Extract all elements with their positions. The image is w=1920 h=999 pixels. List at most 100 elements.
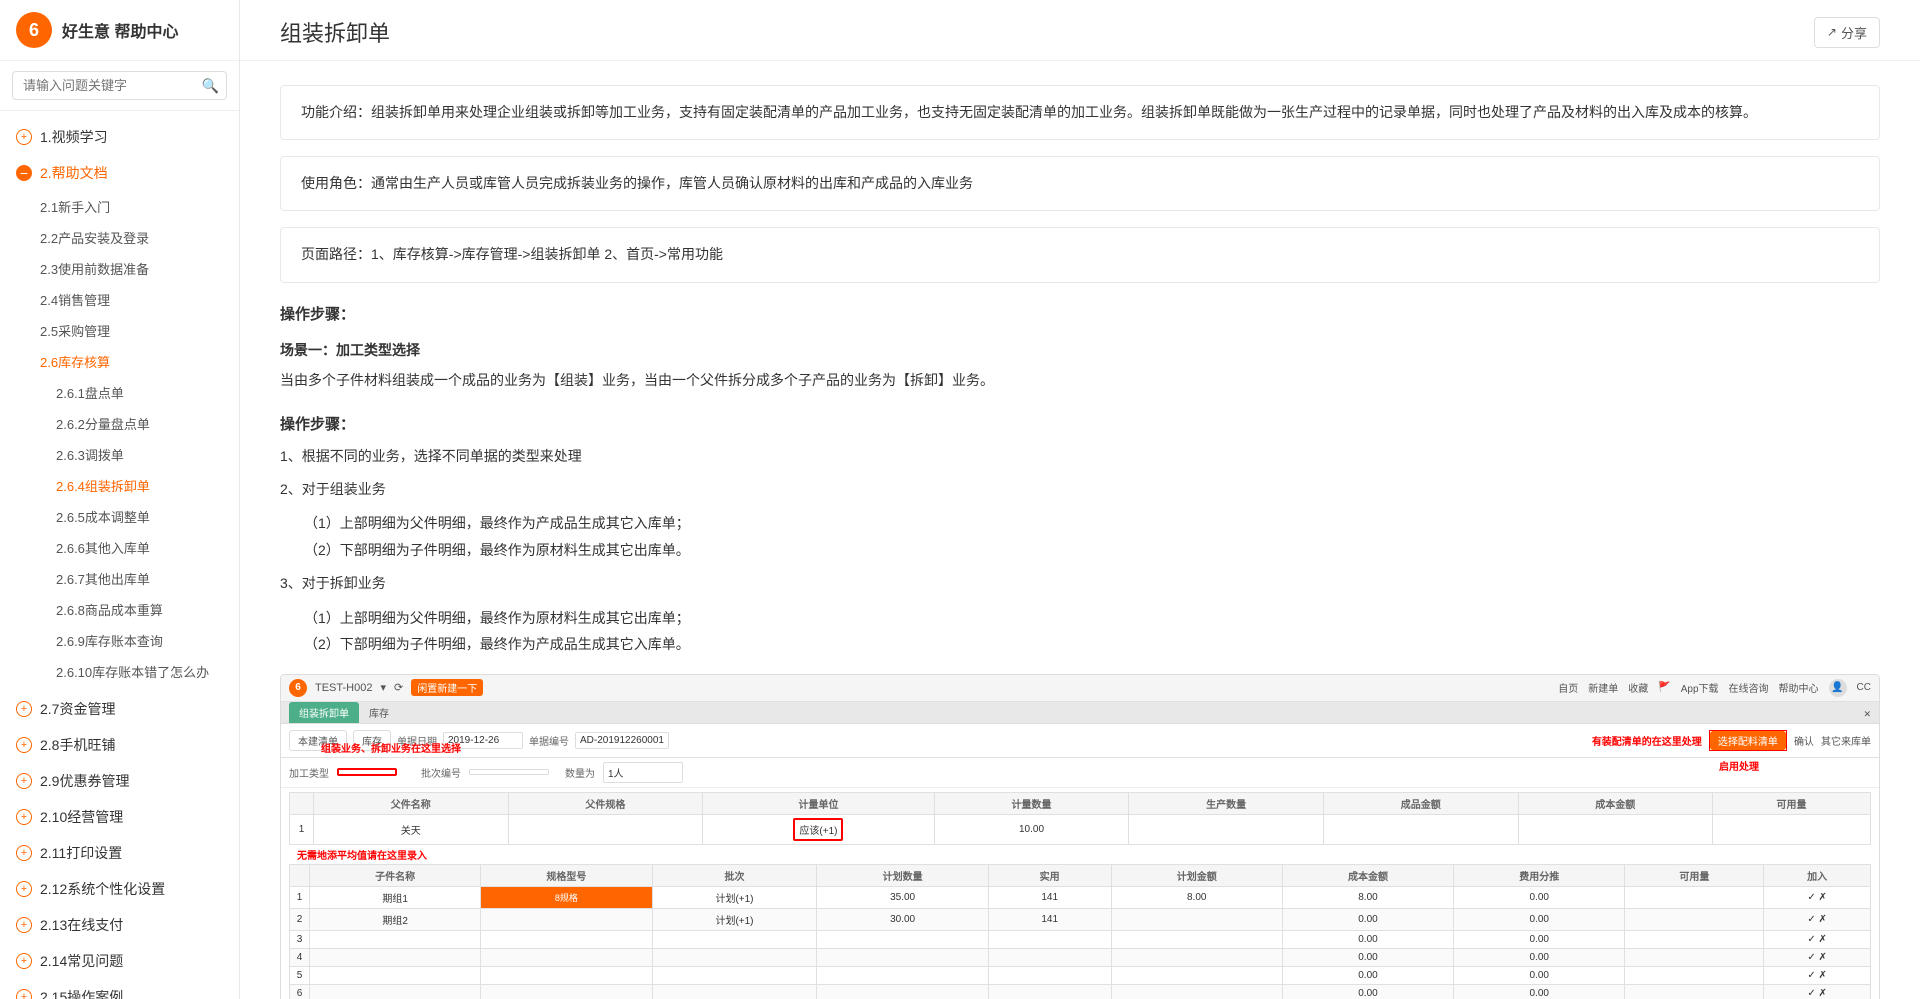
sidebar-item-inventory[interactable]: 2.6库存核算 bbox=[0, 346, 239, 377]
step3-list: （1）上部明细为父件明细，最终作为原材料生成其它出库单； （2）下部明细为子件明… bbox=[280, 605, 1880, 658]
step2-item1: （1）上部明细为父件明细，最终作为产成品生成其它入库单； bbox=[300, 510, 1880, 537]
sim-th-parent-spec: 父件规格 bbox=[508, 792, 703, 814]
expand-icon: + bbox=[16, 809, 32, 825]
sim-flag-icon: 🚩 bbox=[1658, 682, 1670, 693]
sidebar-item-label: 2.14常见问题 bbox=[40, 951, 123, 971]
sim-th-qty: 计量数量 bbox=[934, 792, 1129, 814]
sidebar-item-videos[interactable]: + 1.视频学习 bbox=[0, 119, 239, 155]
sidebar-item-transfer[interactable]: 2.6.3调拨单 bbox=[0, 439, 239, 470]
sim-table2: 子件名称 规格型号 批次 计划数量 实用 计划金额 成本金额 费用分推 可用量 … bbox=[289, 864, 1871, 999]
sim-table1-container: 父件名称 父件规格 计量单位 计量数量 生产数量 成品金额 成本金额 可用量 bbox=[281, 788, 1879, 864]
share-icon: ↗ bbox=[1827, 25, 1837, 39]
sim-nav-home: 自页 bbox=[1558, 680, 1578, 695]
sidebar-item-label: 2.10经营管理 bbox=[40, 807, 123, 827]
main-content: 组装拆卸单 ↗ 分享 功能介绍：组装拆卸单用来处理企业组装或拆卸等加工业务，支持… bbox=[240, 0, 1920, 999]
scene1-desc: 当由多个子件材料组装成一个成品的业务为【组装】业务，当由一个父件拆分成多个子产品… bbox=[280, 368, 1880, 393]
sim-th2-avail: 可用量 bbox=[1625, 864, 1764, 886]
table-row: 50.000.00✓ ✗ bbox=[290, 966, 1871, 984]
nav-list: + 1.视频学习 − 2.帮助文档 2.1新手入门 2.2产品安装及登录 2.3… bbox=[0, 111, 239, 999]
sidebar-item-assembly[interactable]: 2.6.4组装拆卸单 bbox=[0, 470, 239, 501]
sidebar-item-coupon[interactable]: + 2.9优惠券管理 bbox=[0, 763, 239, 799]
sim-qty-label: 数量为 bbox=[565, 765, 595, 780]
sim-th2-batch: 批次 bbox=[652, 864, 817, 886]
step3-item2: （2）下部明细为子件明细，最终作为产成品生成其它入库单。 bbox=[300, 631, 1880, 658]
sidebar-item-inbound[interactable]: 2.6.6其他入库单 bbox=[0, 532, 239, 563]
sim-table2-container: 子件名称 规格型号 批次 计划数量 实用 计划金额 成本金额 费用分推 可用量 … bbox=[281, 864, 1879, 999]
sidebar-item-data-prep[interactable]: 2.3使用前数据准备 bbox=[0, 253, 239, 284]
expand-icon: + bbox=[16, 701, 32, 717]
sidebar-item-ops[interactable]: + 2.10经营管理 bbox=[0, 799, 239, 835]
sidebar-item-docs[interactable]: − 2.帮助文档 2.1新手入门 2.2产品安装及登录 2.3使用前数据准备 2… bbox=[0, 155, 239, 691]
sim-logo: 6 bbox=[289, 679, 307, 697]
sidebar-item-label: 1.视频学习 bbox=[40, 127, 108, 147]
sidebar-item-print[interactable]: + 2.11打印设置 bbox=[0, 835, 239, 871]
sim-th-cost-amt: 成本金额 bbox=[1518, 792, 1713, 814]
main-header: 组装拆卸单 ↗ 分享 bbox=[240, 0, 1920, 61]
sim-table1: 父件名称 父件规格 计量单位 计量数量 生产数量 成品金额 成本金额 可用量 bbox=[289, 792, 1871, 845]
sim-th-unit: 计量单位 bbox=[703, 792, 935, 814]
step2-text: 2、对于组装业务 bbox=[280, 477, 1880, 502]
sidebar-item-faq[interactable]: + 2.14常见问题 bbox=[0, 943, 239, 979]
sidebar-item-cost-adj[interactable]: 2.6.5成本调整单 bbox=[0, 501, 239, 532]
sidebar-item-cases[interactable]: + 2.15操作案例 bbox=[0, 979, 239, 999]
sim-sync-icon: ⟳ bbox=[394, 681, 403, 694]
sim-annotation1-wrap: 有装配清单的在这里处理 选择配料清单 确认 其它来库单 bbox=[1592, 730, 1871, 751]
sidebar-item-outbound[interactable]: 2.6.7其他出库单 bbox=[0, 563, 239, 594]
sidebar-item-sysconfig[interactable]: + 2.12系统个性化设置 bbox=[0, 871, 239, 907]
expand-icon: + bbox=[16, 917, 32, 933]
sim-batch-value bbox=[469, 769, 549, 775]
sidebar-item-stocktake2[interactable]: 2.6.2分量盘点单 bbox=[0, 408, 239, 439]
sim-select-recipe[interactable]: 选择配料清单 bbox=[1710, 731, 1786, 750]
sim-status: 闲置新建一下 bbox=[411, 679, 483, 696]
sim-toolbar: 本建清单 库存 单据日期 2019-12-26 单据编号 AD-20191226… bbox=[281, 724, 1879, 758]
logo-icon: 6 bbox=[16, 12, 52, 48]
sidebar-item-pay[interactable]: + 2.13在线支付 bbox=[0, 907, 239, 943]
sidebar-item-purchase[interactable]: 2.5采购管理 bbox=[0, 315, 239, 346]
sim-type-select[interactable] bbox=[337, 768, 397, 776]
sim-confirm-btn: 确认 bbox=[1794, 737, 1814, 748]
sidebar-item-label: 2.7资金管理 bbox=[40, 699, 115, 719]
info-block-2: 使用角色：通常由生产人员或库管人员完成拆装业务的操作，库管人员确认原材料的出库和… bbox=[280, 156, 1880, 211]
sim-table2-header: 子件名称 规格型号 批次 计划数量 实用 计划金额 成本金额 费用分推 可用量 … bbox=[290, 864, 1871, 886]
sim-th2-fee: 费用分推 bbox=[1454, 864, 1625, 886]
sidebar-item-label: 2.9优惠券管理 bbox=[40, 771, 129, 791]
sidebar-item-install[interactable]: 2.2产品安装及登录 bbox=[0, 222, 239, 253]
collapse-icon: − bbox=[16, 165, 32, 181]
sidebar-item-mobile[interactable]: + 2.8手机旺铺 bbox=[0, 727, 239, 763]
sim-annotation2-wrap: 无需地添平均值请在这里录入 bbox=[289, 845, 1871, 864]
sidebar-item-label: 2.12系统个性化设置 bbox=[40, 879, 165, 899]
sim-qty-value: 1人 bbox=[603, 762, 683, 783]
search-box[interactable]: 🔍 bbox=[0, 61, 239, 111]
step3-text: 3、对于拆卸业务 bbox=[280, 571, 1880, 596]
sim-app-id: TEST-H002 bbox=[315, 682, 372, 694]
main-body: 功能介绍：组装拆卸单用来处理企业组装或拆卸等加工业务，支持有固定装配清单的产品加… bbox=[240, 61, 1920, 999]
table-row: 60.000.00✓ ✗ bbox=[290, 984, 1871, 999]
info-text-1: 功能介绍：组装拆卸单用来处理企业组装或拆卸等加工业务，支持有固定装配清单的产品加… bbox=[301, 104, 1757, 120]
sidebar-item-label: 2.11打印设置 bbox=[40, 843, 122, 863]
sim-th2-checkbox bbox=[290, 864, 310, 886]
sidebar-item-sales[interactable]: 2.4销售管理 bbox=[0, 284, 239, 315]
sidebar-item-newbie[interactable]: 2.1新手入门 bbox=[0, 191, 239, 222]
search-input[interactable] bbox=[12, 71, 227, 100]
sidebar: 6 好生意 帮助中心 🔍 + 1.视频学习 − 2.帮助文档 2.1新手入门 2… bbox=[0, 0, 240, 999]
sim-topbar: 6 TEST-H002 ▾ ⟳ 闲置新建一下 自页 新建单 收藏 🚩 App下载… bbox=[281, 675, 1879, 702]
sidebar-item-cost-recalc[interactable]: 2.6.8商品成本重算 bbox=[0, 594, 239, 625]
table-row: 1 期组1 8规格 计划(+1) 35.00 141 8.00 8.00 0.0… bbox=[290, 886, 1871, 908]
share-button[interactable]: ↗ 分享 bbox=[1814, 17, 1880, 48]
share-label: 分享 bbox=[1841, 23, 1867, 42]
sim-th2-spec: 规格型号 bbox=[481, 864, 652, 886]
sidebar-item-money[interactable]: + 2.7资金管理 bbox=[0, 691, 239, 727]
sim-close: ✕ bbox=[1863, 709, 1871, 720]
sidebar-item-ledger-fix[interactable]: 2.6.10库存账本错了怎么办 bbox=[0, 656, 239, 687]
sim-th-parent-name: 父件名称 bbox=[314, 792, 509, 814]
sim-annotation1: 有装配清单的在这里处理 bbox=[1592, 737, 1702, 748]
sidebar-item-ledger[interactable]: 2.6.9库存账本查询 bbox=[0, 625, 239, 656]
sidebar-item-stocktake[interactable]: 2.6.1盘点单 bbox=[0, 377, 239, 408]
sim-table1-header: 父件名称 父件规格 计量单位 计量数量 生产数量 成品金额 成本金额 可用量 bbox=[290, 792, 1871, 814]
info-block-1: 功能介绍：组装拆卸单用来处理企业组装或拆卸等加工业务，支持有固定装配清单的产品加… bbox=[280, 85, 1880, 140]
table-row: 2 期组2 计划(+1) 30.00 141 0.00 0.00 ✓ ✗ bbox=[290, 908, 1871, 930]
sidebar-item-label: 2.8手机旺铺 bbox=[40, 735, 115, 755]
table-row: 30.000.00✓ ✗ bbox=[290, 930, 1871, 948]
sim-nav-new: 新建单 bbox=[1588, 680, 1618, 695]
sim-th-checkbox bbox=[290, 792, 314, 814]
